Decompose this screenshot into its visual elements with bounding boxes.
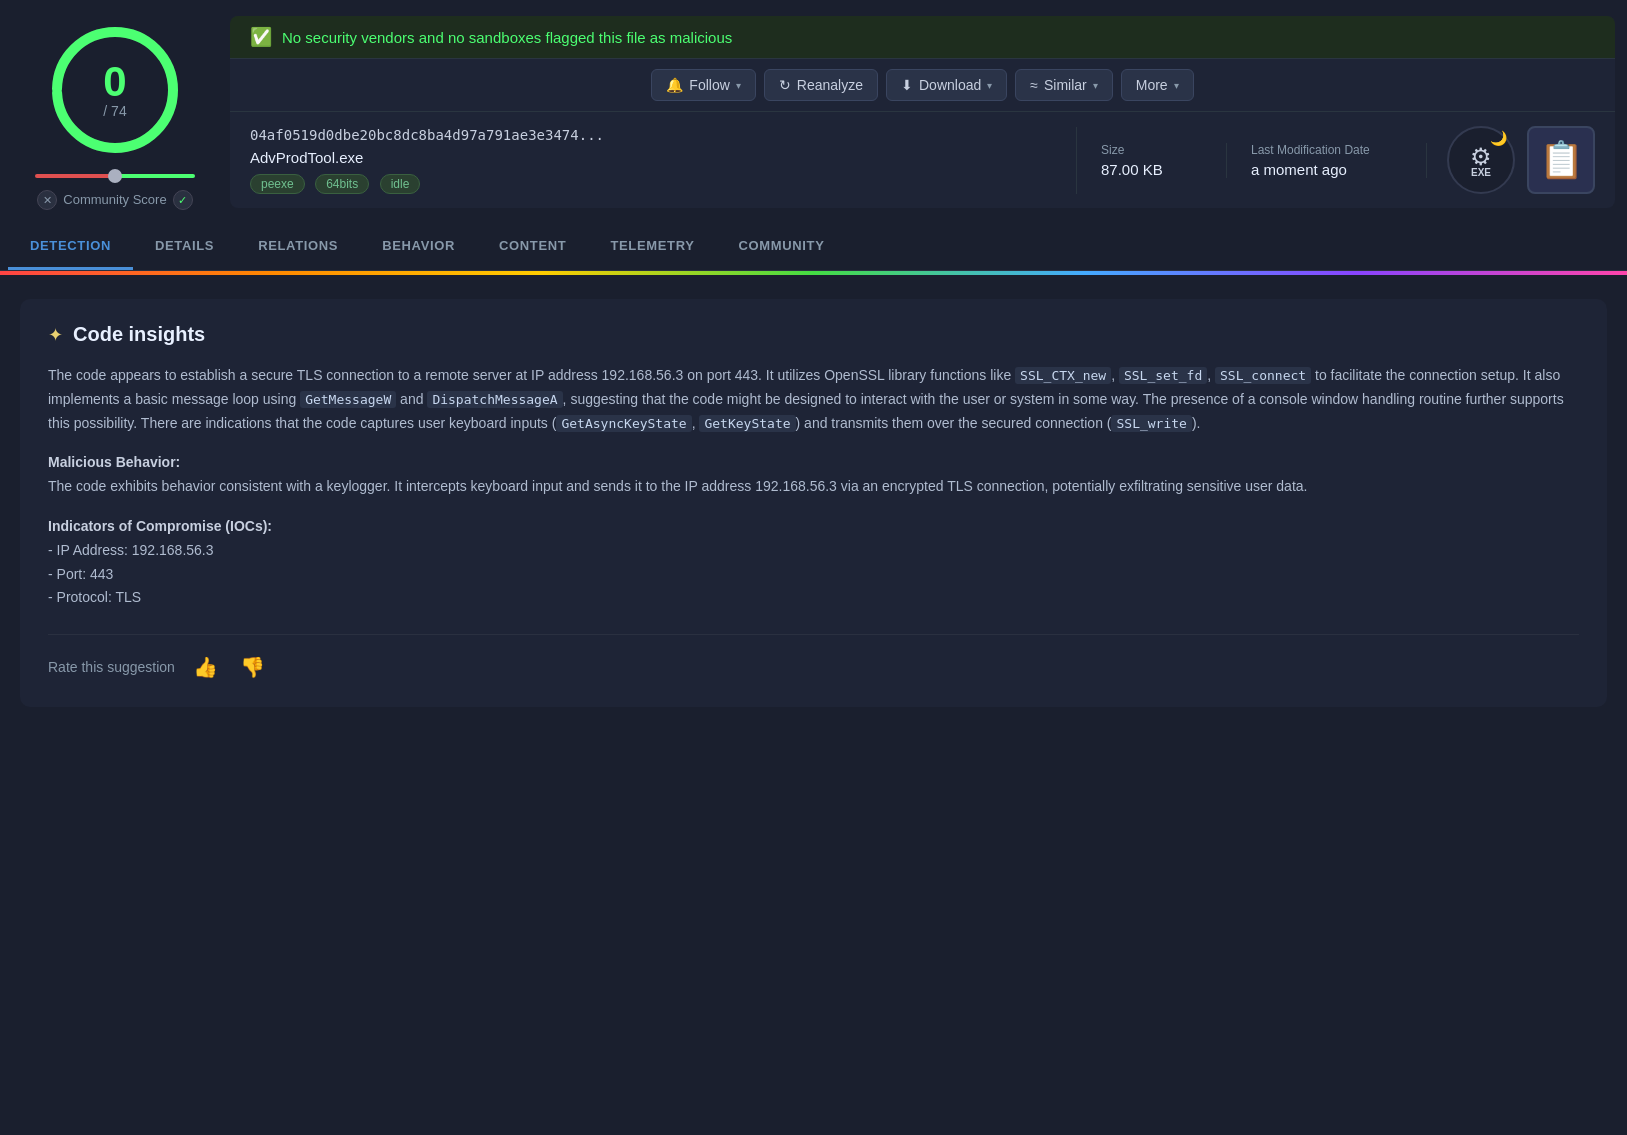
score-total: / 74 [103,103,126,119]
more-button[interactable]: More ▾ [1121,69,1194,101]
ioc-1: - IP Address: 192.168.56.3 [48,542,214,558]
info-panel: ✅ No security vendors and no sandboxes f… [230,16,1615,208]
download-chevron-icon: ▾ [987,80,992,91]
download-icon: ⬇ [901,77,913,93]
malicious-body: The code exhibits behavior consistent wi… [48,478,1307,494]
alert-text: No security vendors and no sandboxes fla… [282,29,732,46]
thumbs-up-button[interactable]: 👍 [189,651,222,683]
document-icon: 📋 [1539,139,1584,181]
exe-icon: ⚙ EXE 🌙 [1447,126,1515,194]
file-name: AdvProdTool.exe [250,149,1056,166]
bell-icon: 🔔 [666,77,683,93]
insights-paragraph-1: The code appears to establish a secure T… [48,364,1579,435]
tab-content[interactable]: CONTENT [477,224,588,270]
ioc-2: - Port: 443 [48,566,113,582]
alert-bar: ✅ No security vendors and no sandboxes f… [230,16,1615,59]
ioc-3: - Protocol: TLS [48,589,141,605]
similar-label: Similar [1044,77,1087,93]
download-button[interactable]: ⬇ Download ▾ [886,69,1007,101]
moddate-label: Last Modification Date [1251,143,1402,157]
moddate-value: a moment ago [1251,161,1402,178]
insights-heading: Code insights [73,323,205,346]
tab-detection[interactable]: DETECTION [8,224,133,270]
size-label: Size [1101,143,1202,157]
similar-icon: ≈ [1030,77,1038,93]
ioc-section-title: Indicators of Compromise (IOCs): [48,518,272,534]
tab-details[interactable]: DETAILS [133,224,236,270]
score-panel: 0 / 74 ✕ Community Score ✓ [0,10,230,214]
content-area: ✦ Code insights The code appears to esta… [0,275,1627,731]
reanalyze-button[interactable]: ↻ Reanalyze [764,69,878,101]
file-tags: peexe 64bits idle [250,174,1056,194]
insights-ioc-section: Indicators of Compromise (IOCs): - IP Ad… [48,515,1579,610]
tag-idle[interactable]: idle [380,174,421,194]
insights-body: The code appears to establish a secure T… [48,364,1579,610]
tag-64bits[interactable]: 64bits [315,174,369,194]
check-circle-icon: ✅ [250,26,272,48]
score-text: 0 / 74 [103,61,126,119]
moon-icon: 🌙 [1490,130,1507,146]
doc-icon: 📋 [1527,126,1595,194]
file-icons: ⚙ EXE 🌙 📋 [1427,126,1595,194]
community-score-label: Community Score [63,192,166,208]
community-close-button[interactable]: ✕ [37,190,57,210]
action-bar: 🔔 Follow ▾ ↻ Reanalyze ⬇ Download ▾ ≈ Si… [230,59,1615,112]
community-score-bar: ✕ Community Score ✓ [25,174,205,210]
nav-tabs: DETECTION DETAILS RELATIONS BEHAVIOR CON… [0,224,1627,271]
insights-malicious-section: Malicious Behavior: The code exhibits be… [48,451,1579,499]
similar-button[interactable]: ≈ Similar ▾ [1015,69,1112,101]
bar-track [35,174,195,178]
star-icon: ✦ [48,324,63,346]
file-size-block: Size 87.00 KB [1077,143,1227,178]
similar-chevron-icon: ▾ [1093,80,1098,91]
refresh-icon: ↻ [779,77,791,93]
file-moddate-block: Last Modification Date a moment ago [1227,143,1427,178]
score-circle: 0 / 74 [45,20,185,160]
file-info-row: 04af0519d0dbe20bc8dc8ba4d97a791ae3e3474.… [230,112,1615,208]
reanalyze-label: Reanalyze [797,77,863,93]
size-value: 87.00 KB [1101,161,1202,178]
follow-label: Follow [689,77,729,93]
insights-card: ✦ Code insights The code appears to esta… [20,299,1607,707]
thumbs-down-button[interactable]: 👎 [236,651,269,683]
malicious-section-title: Malicious Behavior: [48,454,180,470]
tag-peexe[interactable]: peexe [250,174,305,194]
file-hash: 04af0519d0dbe20bc8dc8ba4d97a791ae3e3474.… [250,127,1056,143]
exe-label: EXE [1471,167,1491,178]
community-check-button[interactable]: ✓ [173,190,193,210]
community-label-row: ✕ Community Score ✓ [37,190,192,210]
more-chevron-icon: ▾ [1174,80,1179,91]
tab-telemetry[interactable]: TELEMETRY [588,224,716,270]
tab-behavior[interactable]: BEHAVIOR [360,224,477,270]
follow-button[interactable]: 🔔 Follow ▾ [651,69,755,101]
file-hash-name: 04af0519d0dbe20bc8dc8ba4d97a791ae3e3474.… [250,127,1077,194]
top-section: 0 / 74 ✕ Community Score ✓ ✅ No security… [0,0,1627,224]
rate-row: Rate this suggestion 👍 👎 [48,634,1579,683]
tab-relations[interactable]: RELATIONS [236,224,360,270]
bar-thumb [108,169,122,183]
tab-community[interactable]: COMMUNITY [717,224,847,270]
follow-chevron-icon: ▾ [736,80,741,91]
rate-label: Rate this suggestion [48,659,175,675]
insights-title: ✦ Code insights [48,323,1579,346]
more-label: More [1136,77,1168,93]
score-number: 0 [103,61,126,103]
download-label: Download [919,77,981,93]
